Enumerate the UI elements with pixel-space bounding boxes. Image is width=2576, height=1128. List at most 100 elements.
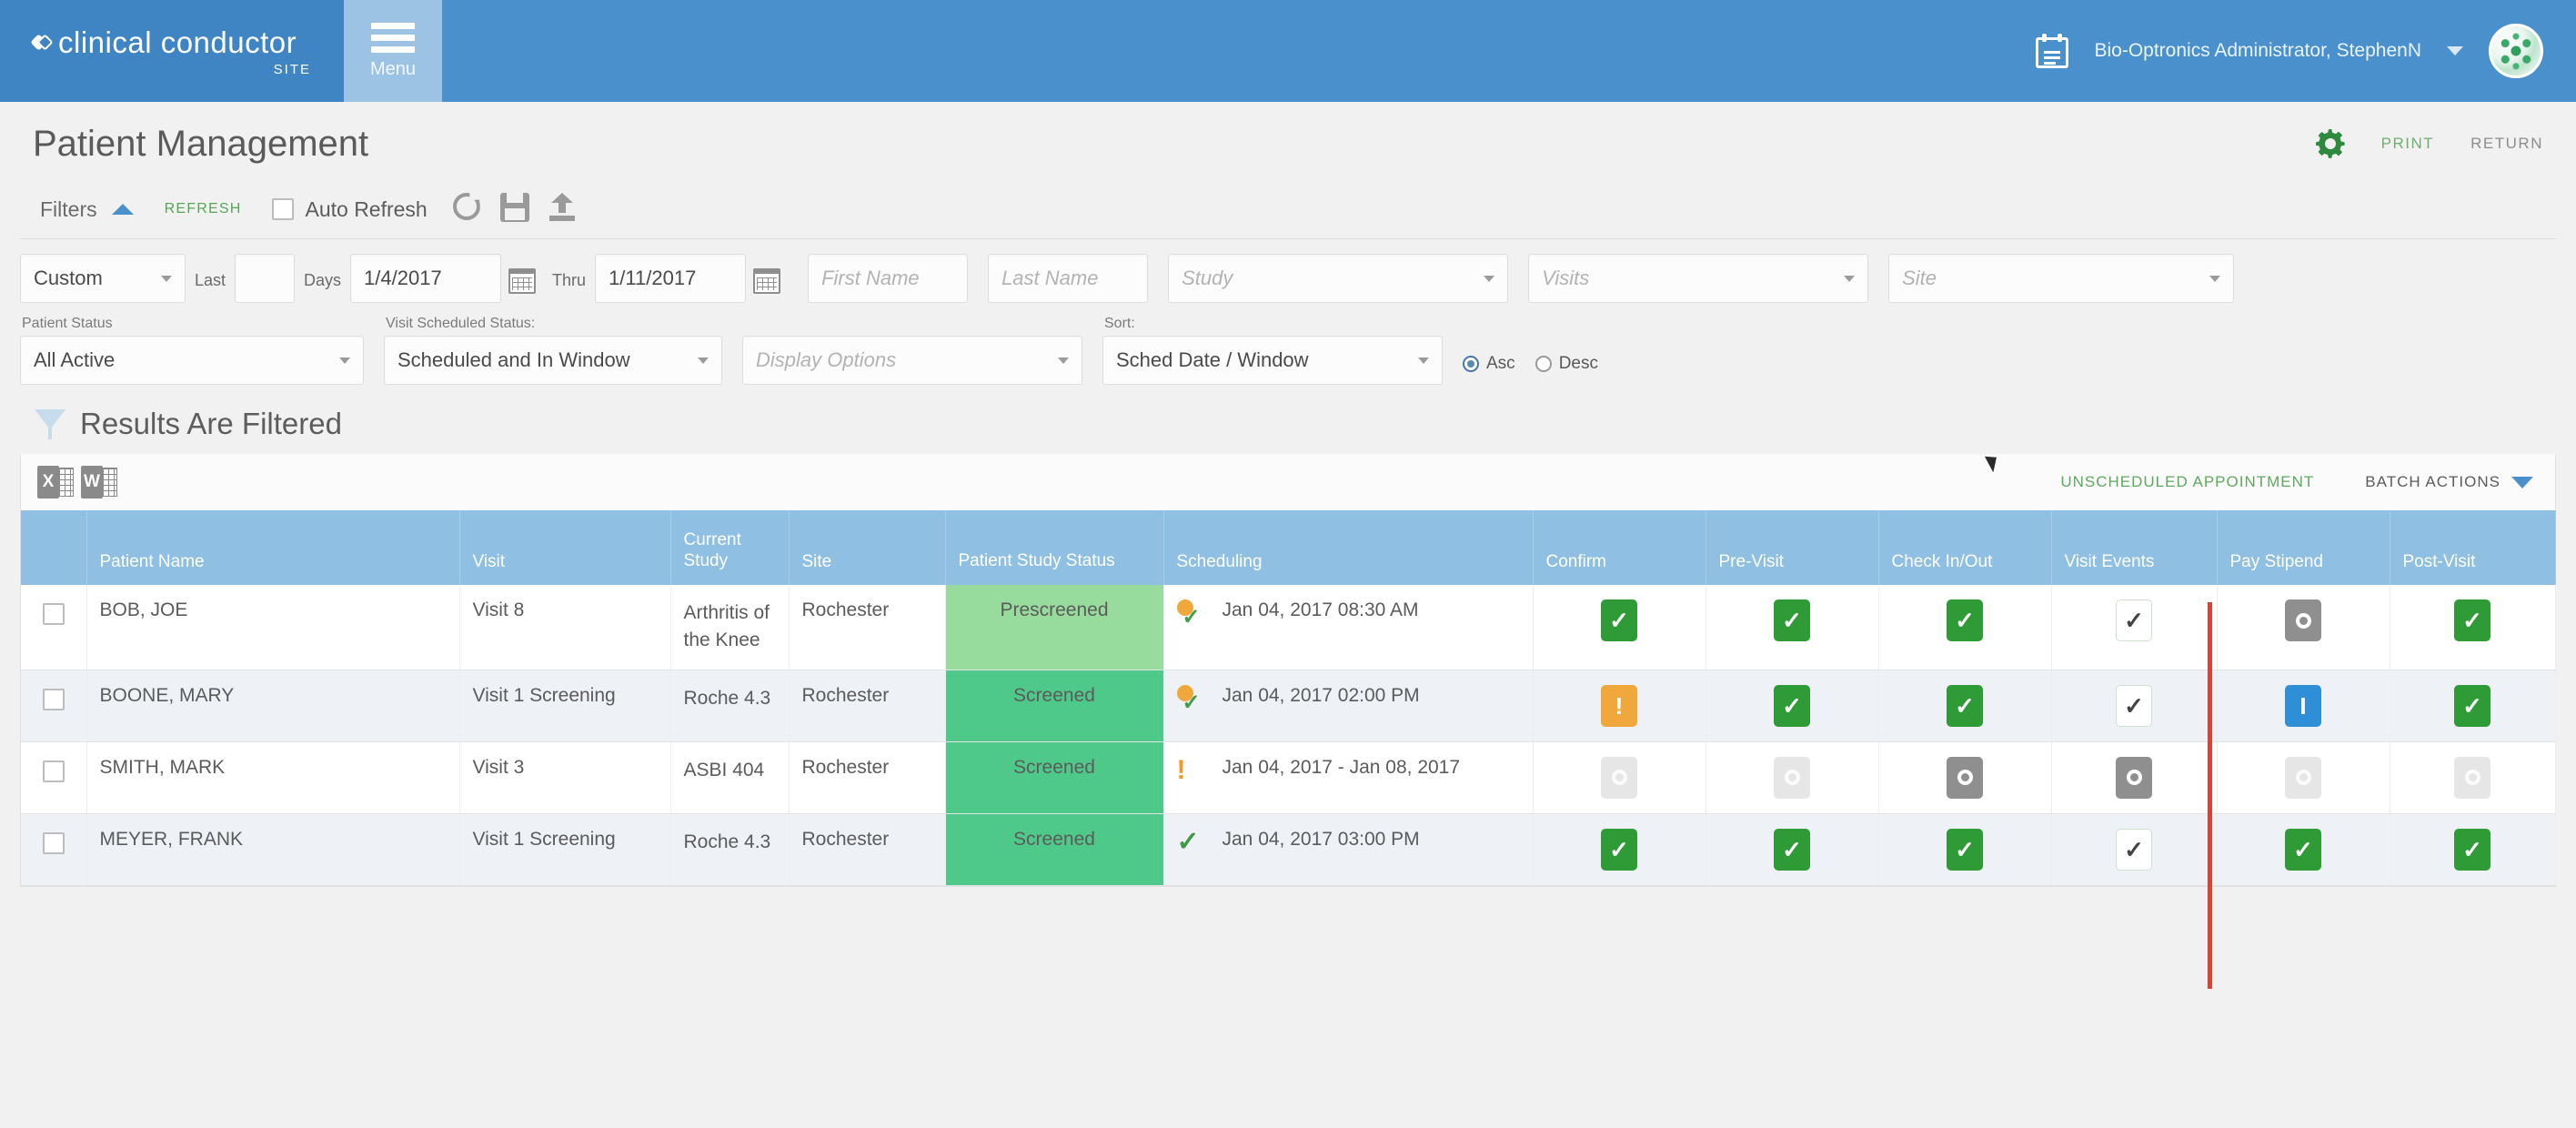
cell-current-study[interactable]: Arthritis of the Knee [670, 585, 789, 670]
unscheduled-appointment-button[interactable]: UNSCHEDULED APPOINTMENT [2060, 473, 2314, 491]
column-header-pay-stipend[interactable]: Pay Stipend [2217, 510, 2390, 585]
column-header-post-visit[interactable]: Post-Visit [2390, 510, 2555, 585]
cell-pay-stipend[interactable] [2217, 741, 2390, 813]
cell-pay-stipend[interactable] [2217, 585, 2390, 670]
cell-patient-name[interactable]: SMITH, MARK [86, 741, 459, 813]
exclamation-orange-icon[interactable]: ! [1601, 685, 1637, 727]
cell-post-visit[interactable] [2390, 741, 2555, 813]
batch-actions-button[interactable]: BATCH ACTIONS [2365, 473, 2533, 491]
check-green-icon[interactable]: ✓ [1774, 829, 1810, 871]
row-checkbox[interactable] [43, 832, 65, 854]
column-header-visit[interactable]: Visit [459, 510, 670, 585]
check-green-icon[interactable]: ✓ [1947, 599, 1983, 641]
excel-export-icon[interactable]: X [37, 466, 74, 499]
row-checkbox[interactable] [43, 760, 65, 782]
column-header-check-in-out[interactable]: Check In/Out [1878, 510, 2051, 585]
cell-visit[interactable]: Visit 3 [459, 741, 670, 813]
first-name-input[interactable]: First Name [808, 254, 968, 303]
table-row[interactable]: BOONE, MARY Visit 1 Screening Roche 4.3 … [21, 670, 2555, 741]
check-outline-icon[interactable]: ✓ [2116, 829, 2152, 871]
circle-ghost-icon[interactable] [2285, 757, 2321, 799]
cell-pre-visit[interactable]: ✓ [1706, 585, 1878, 670]
cell-visit-events[interactable]: ✓ [2051, 813, 2217, 885]
cell-post-visit[interactable]: ✓ [2390, 585, 2555, 670]
avatar[interactable] [2489, 24, 2543, 78]
last-days-input[interactable] [235, 254, 295, 303]
cell-visit-events[interactable]: ✓ [2051, 670, 2217, 741]
column-header-current-study[interactable]: Current Study [670, 510, 789, 585]
cell-scheduling[interactable]: ✓ Jan 04, 2017 03:00 PM [1163, 813, 1533, 885]
cell-post-visit[interactable]: ✓ [2390, 813, 2555, 885]
cell-scheduling[interactable]: ✓ Jan 04, 2017 02:00 PM [1163, 670, 1533, 741]
check-outline-icon[interactable]: ✓ [2116, 685, 2152, 727]
circle-gray-icon[interactable] [1947, 757, 1983, 799]
date-thru-input[interactable]: 1/11/2017 [595, 254, 746, 303]
cell-current-study[interactable]: ASBI 404 [670, 741, 789, 813]
check-green-icon[interactable]: ✓ [1601, 599, 1637, 641]
row-checkbox[interactable] [43, 603, 65, 625]
gear-icon[interactable] [2316, 129, 2345, 158]
row-checkbox[interactable] [43, 689, 65, 710]
chevron-down-icon[interactable] [2447, 46, 2463, 55]
sort-desc-radio[interactable] [1535, 356, 1552, 372]
cell-pre-visit[interactable]: ✓ [1706, 813, 1878, 885]
cell-visit[interactable]: Visit 8 [459, 585, 670, 670]
save-icon[interactable] [500, 193, 533, 226]
word-export-icon[interactable]: W [81, 466, 117, 499]
cell-check-in-out[interactable]: ✓ [1878, 813, 2051, 885]
circle-ghost-icon[interactable] [1774, 757, 1810, 799]
site-select[interactable]: Site [1888, 254, 2234, 303]
triangle-up-icon[interactable] [112, 204, 134, 215]
circle-gray-icon[interactable] [2285, 599, 2321, 641]
cell-visit-events[interactable]: ✓ [2051, 585, 2217, 670]
cell-scheduling[interactable]: ✓ Jan 04, 2017 08:30 AM [1163, 585, 1533, 670]
cell-confirm[interactable]: ✓ [1533, 813, 1706, 885]
cell-pre-visit[interactable]: ✓ [1706, 670, 1878, 741]
check-green-icon[interactable]: ✓ [2454, 599, 2490, 641]
cell-confirm[interactable] [1533, 741, 1706, 813]
range-preset-select[interactable]: Custom [20, 254, 186, 303]
user-name-label[interactable]: Bio-Optronics Administrator, StephenN [2094, 40, 2421, 62]
column-header-patient-study-status[interactable]: Patient Study Status [945, 510, 1163, 585]
visit-sched-status-select[interactable]: Scheduled and In Window [384, 336, 722, 385]
cell-pay-stipend[interactable]: I [2217, 670, 2390, 741]
display-options-select[interactable]: Display Options [742, 336, 1082, 385]
cell-patient-name[interactable]: MEYER, FRANK [86, 813, 459, 885]
column-header-select[interactable] [21, 510, 86, 585]
circle-ghost-icon[interactable] [1601, 757, 1637, 799]
cell-check-in-out[interactable]: ✓ [1878, 670, 2051, 741]
visits-select[interactable]: Visits [1528, 254, 1868, 303]
refresh-button[interactable]: REFRESH [165, 201, 242, 217]
last-name-input[interactable]: Last Name [988, 254, 1148, 303]
column-header-patient-name[interactable]: Patient Name [86, 510, 459, 585]
reload-icon[interactable] [453, 193, 486, 226]
circle-ghost-icon[interactable] [2454, 757, 2490, 799]
cell-patient-name[interactable]: BOONE, MARY [86, 670, 459, 741]
info-blue-icon[interactable]: I [2285, 685, 2321, 727]
check-green-icon[interactable]: ✓ [1947, 685, 1983, 727]
cell-visit-events[interactable] [2051, 741, 2217, 813]
cell-confirm[interactable]: ! [1533, 670, 1706, 741]
table-row[interactable]: MEYER, FRANK Visit 1 Screening Roche 4.3… [21, 813, 2555, 885]
study-select[interactable]: Study [1168, 254, 1508, 303]
check-green-icon[interactable]: ✓ [1774, 599, 1810, 641]
cell-confirm[interactable]: ✓ [1533, 585, 1706, 670]
cell-patient-name[interactable]: BOB, JOE [86, 585, 459, 670]
cell-visit[interactable]: Visit 1 Screening [459, 813, 670, 885]
cell-check-in-out[interactable]: ✓ [1878, 585, 2051, 670]
cell-pay-stipend[interactable]: ✓ [2217, 813, 2390, 885]
check-green-icon[interactable]: ✓ [2454, 685, 2490, 727]
cell-current-study[interactable]: Roche 4.3 [670, 670, 789, 741]
check-green-icon[interactable]: ✓ [2285, 829, 2321, 871]
table-row[interactable]: BOB, JOE Visit 8 Arthritis of the Knee R… [21, 585, 2555, 670]
calendar-icon[interactable] [2036, 34, 2068, 68]
calendar-picker-icon[interactable] [753, 265, 780, 294]
sort-select[interactable]: Sched Date / Window [1102, 336, 1443, 385]
patient-status-select[interactable]: All Active [20, 336, 364, 385]
check-outline-icon[interactable]: ✓ [2116, 599, 2152, 641]
check-green-icon[interactable]: ✓ [1774, 685, 1810, 727]
check-green-icon[interactable]: ✓ [1947, 829, 1983, 871]
cell-current-study[interactable]: Roche 4.3 [670, 813, 789, 885]
table-row[interactable]: SMITH, MARK Visit 3 ASBI 404 Rochester S… [21, 741, 2555, 813]
brand-logo[interactable]: clinical conductor SITE [0, 0, 344, 102]
